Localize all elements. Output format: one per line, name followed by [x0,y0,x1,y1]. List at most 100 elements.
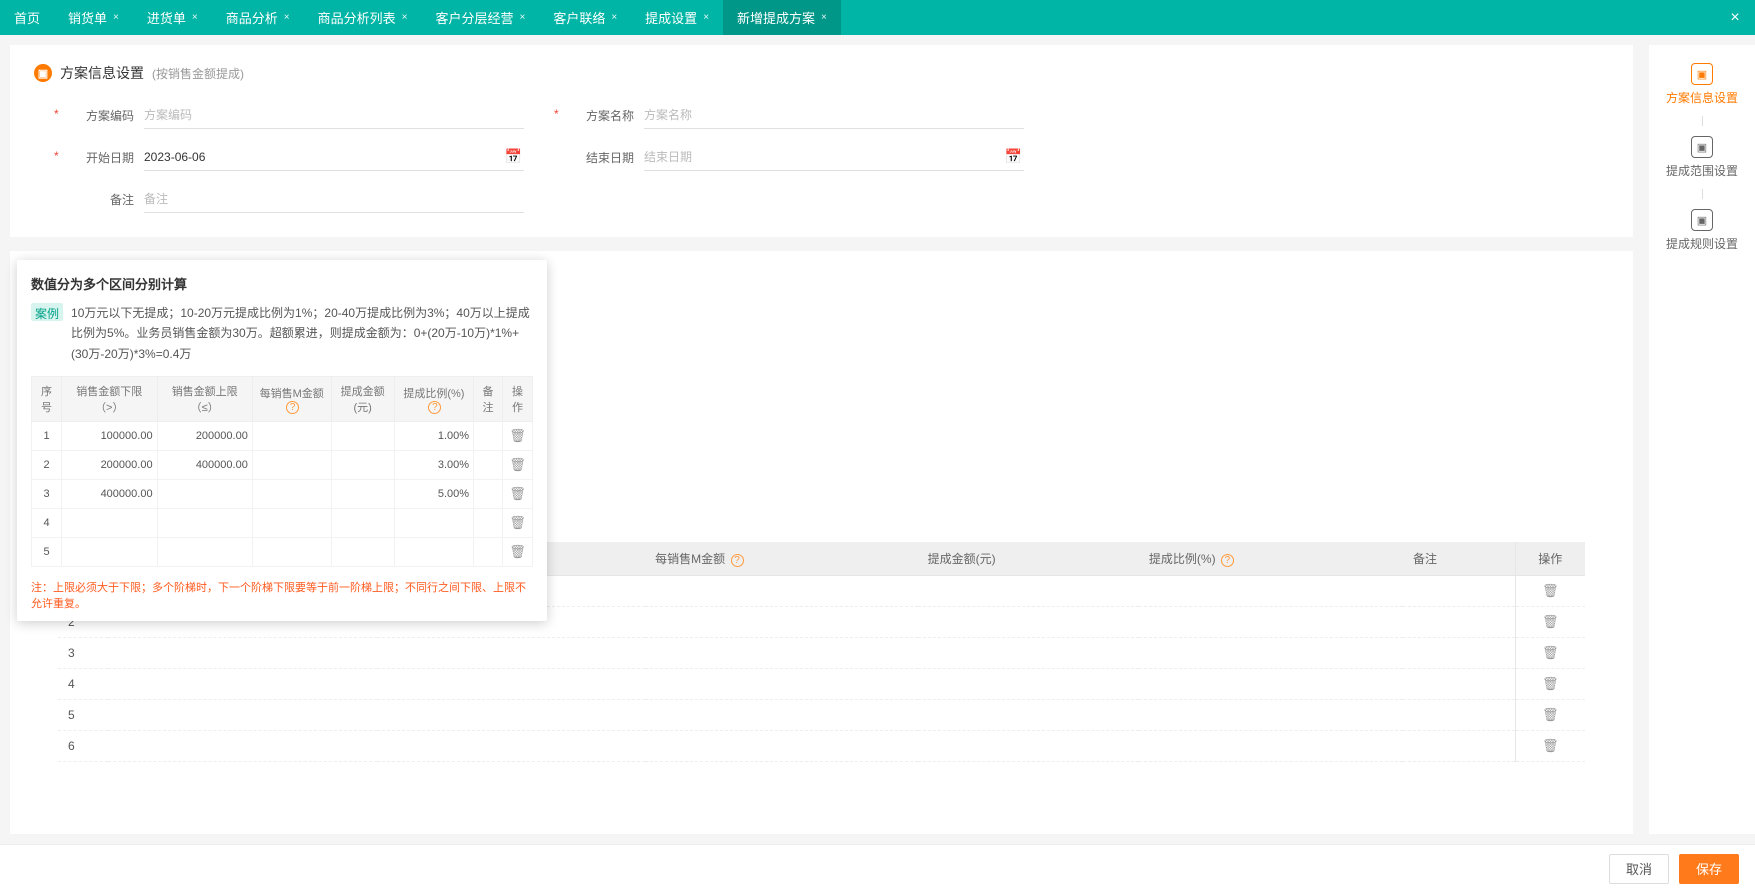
delete-row-icon[interactable]: 🗑 [509,457,526,472]
table-cell[interactable]: 3 [58,638,108,669]
delete-row-icon[interactable]: 🗑 [509,486,526,501]
tab-新增提成方案[interactable]: 新增提成方案× [723,0,841,35]
table-cell[interactable]: 🗑 [1515,576,1585,607]
table-cell[interactable] [1403,731,1515,762]
table-cell[interactable] [918,700,1139,731]
tab-close-icon[interactable]: × [703,12,709,23]
delete-row-icon[interactable]: 🗑 [1542,707,1559,722]
rail-step-2[interactable]: ▣提成规则设置 [1666,203,1738,258]
rail-step-label: 提成范围设置 [1666,162,1738,179]
table-row[interactable]: 5🗑 [58,700,1585,731]
table-cell[interactable]: 🗑 [1515,669,1585,700]
tab-close-icon[interactable]: × [611,12,617,23]
input-plan-name[interactable] [644,108,1024,122]
input-end-date[interactable] [644,150,1024,164]
table-cell[interactable] [645,731,917,762]
table-cell[interactable] [1403,576,1515,607]
input-plan-code[interactable] [144,108,524,122]
table-cell[interactable]: 5 [58,700,108,731]
popover-th: 序号 [32,377,62,422]
delete-row-icon[interactable]: 🗑 [509,515,526,530]
popover-cell [474,422,503,451]
delete-row-icon[interactable]: 🗑 [1542,583,1559,598]
delete-row-icon[interactable]: 🗑 [509,428,526,443]
delete-row-icon[interactable]: 🗑 [509,544,526,559]
delete-row-icon[interactable]: 🗑 [1542,738,1559,753]
popover-cell [252,422,331,451]
table-cell[interactable] [918,638,1139,669]
table-cell[interactable] [645,607,917,638]
table-cell[interactable]: 🗑 [1515,700,1585,731]
table-cell[interactable] [108,700,377,731]
table-cell[interactable]: 4 [58,669,108,700]
table-cell[interactable]: 🗑 [1515,731,1585,762]
table-cell[interactable] [918,669,1139,700]
tab-close-icon[interactable]: × [113,12,119,23]
rail-step-0[interactable]: ▣方案信息设置 [1666,57,1738,112]
tab-close-icon[interactable]: × [284,12,290,23]
table-cell[interactable]: 🗑 [1515,638,1585,669]
delete-row-icon[interactable]: 🗑 [1542,676,1559,691]
help-icon[interactable]: ? [428,401,441,414]
tab-首页[interactable]: 首页 [0,0,54,35]
table-row[interactable]: 3🗑 [58,638,1585,669]
table-cell[interactable] [377,638,645,669]
table-cell[interactable] [1403,638,1515,669]
table-cell[interactable] [645,700,917,731]
tab-商品分析列表[interactable]: 商品分析列表× [304,0,422,35]
save-button[interactable]: 保存 [1679,854,1739,884]
tab-客户联络[interactable]: 客户联络× [539,0,631,35]
tabbar-close-button[interactable]: × [1715,0,1755,35]
input-remark[interactable] [144,192,524,206]
tab-客户分层经营[interactable]: 客户分层经营× [421,0,539,35]
tab-销货单[interactable]: 销货单× [54,0,133,35]
tab-close-icon[interactable]: × [402,12,408,23]
table-cell[interactable] [1139,700,1403,731]
help-icon[interactable]: ? [731,554,744,567]
help-icon[interactable]: ? [286,401,299,414]
table-cell[interactable]: 6 [58,731,108,762]
delete-row-icon[interactable]: 🗑 [1542,614,1559,629]
delete-row-icon[interactable]: 🗑 [1542,645,1559,660]
popover-cell [474,451,503,480]
table-cell[interactable] [377,700,645,731]
rail-step-1[interactable]: ▣提成范围设置 [1666,130,1738,185]
table-cell[interactable] [108,669,377,700]
table-cell[interactable]: 🗑 [1515,607,1585,638]
table-cell[interactable] [918,731,1139,762]
tab-close-icon[interactable]: × [519,12,525,23]
table-cell[interactable] [1403,669,1515,700]
popover-op-cell: 🗑 [502,509,532,538]
table-cell[interactable] [377,731,645,762]
table-cell[interactable] [108,731,377,762]
table-cell[interactable] [1139,576,1403,607]
tab-close-icon[interactable]: × [821,12,827,23]
table-cell[interactable] [1139,669,1403,700]
table-row[interactable]: 4🗑 [58,669,1585,700]
table-cell[interactable] [645,669,917,700]
table-cell[interactable] [645,638,917,669]
calendar-icon[interactable]: 📅 [1005,148,1022,165]
table-cell[interactable] [1403,700,1515,731]
table-cell[interactable] [1403,607,1515,638]
tab-商品分析[interactable]: 商品分析× [212,0,304,35]
calendar-icon[interactable]: 📅 [505,148,522,165]
cancel-button[interactable]: 取消 [1609,854,1669,884]
table-cell[interactable] [918,576,1139,607]
table-cell[interactable] [918,607,1139,638]
table-cell[interactable] [1139,638,1403,669]
popover-note: 注：上限必须大于下限；多个阶梯时，下一个阶梯下限要等于前一阶梯上限；不同行之间下… [31,579,533,611]
table-cell[interactable] [1139,607,1403,638]
popover-cell: 3 [32,480,62,509]
table-row[interactable]: 6🗑 [58,731,1585,762]
tab-提成设置[interactable]: 提成设置× [631,0,723,35]
rail-step-label: 方案信息设置 [1666,89,1738,106]
table-cell[interactable] [1139,731,1403,762]
tab-进货单[interactable]: 进货单× [133,0,212,35]
tab-close-icon[interactable]: × [192,12,198,23]
table-cell[interactable] [108,638,377,669]
help-icon[interactable]: ? [1221,554,1234,567]
input-start-date[interactable] [144,150,524,164]
table-cell[interactable] [645,576,917,607]
table-cell[interactable] [377,669,645,700]
